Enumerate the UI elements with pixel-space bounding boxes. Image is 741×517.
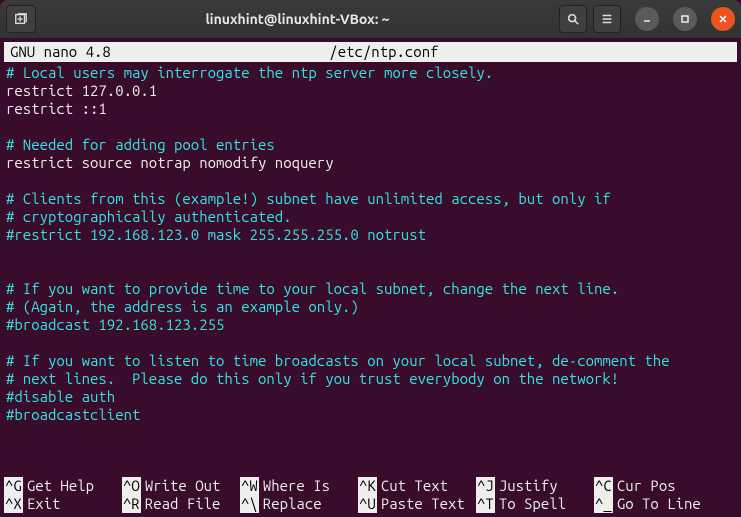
nano-file-path: /etc/ntp.conf — [31, 42, 737, 62]
shortcut-item: ^OWrite Out — [122, 477, 240, 495]
nano-header-bar: GNU nano 4.8 /etc/ntp.conf — [4, 42, 737, 62]
shortcut-item: ^CCur Pos — [594, 477, 712, 495]
editor-line: # If you want to listen to time broadcas… — [6, 352, 735, 370]
shortcut-label: Replace — [259, 495, 322, 513]
shortcut-label: Write Out — [141, 477, 221, 495]
shortcut-item: ^_Go To Line — [594, 495, 712, 513]
shortcut-item: ^UPaste Text — [358, 495, 476, 513]
editor-line — [6, 262, 735, 280]
shortcut-item: ^XExit — [4, 495, 122, 513]
shortcut-key: ^G — [4, 477, 23, 495]
nano-shortcut-bar: ^GGet Help^OWrite Out^WWhere Is^KCut Tex… — [4, 477, 737, 513]
editor-line — [6, 172, 735, 190]
shortcut-item: ^TTo Spell — [476, 495, 594, 513]
shortcut-item: ^RRead File — [122, 495, 240, 513]
shortcut-key: ^K — [358, 477, 377, 495]
shortcut-label: Exit — [23, 495, 61, 513]
editor-line: # Clients from this (example!) subnet ha… — [6, 190, 735, 208]
shortcut-key: ^J — [476, 477, 495, 495]
shortcut-key: ^W — [240, 477, 259, 495]
editor-line: #broadcastclient — [6, 406, 735, 424]
shortcut-label: Get Help — [23, 477, 94, 495]
editor-line — [6, 334, 735, 352]
editor-line: #disable auth — [6, 388, 735, 406]
search-button[interactable] — [559, 5, 587, 33]
shortcut-key: ^O — [122, 477, 141, 495]
shortcut-label: Go To Line — [613, 495, 701, 513]
editor-line — [6, 244, 735, 262]
new-tab-button[interactable] — [6, 5, 36, 33]
editor-line: # (Again, the address is an example only… — [6, 298, 735, 316]
maximize-button[interactable] — [673, 7, 697, 31]
shortcut-key: ^C — [594, 477, 613, 495]
editor-line — [6, 118, 735, 136]
shortcut-label: Read File — [141, 495, 221, 513]
editor-line: # next lines. Please do this only if you… — [6, 370, 735, 388]
shortcut-label: Justify — [495, 477, 558, 495]
shortcut-key: ^_ — [594, 495, 613, 513]
editor-line: # If you want to provide time to your lo… — [6, 280, 735, 298]
shortcut-item: ^JJustify — [476, 477, 594, 495]
shortcut-item: ^GGet Help — [4, 477, 122, 495]
editor-line: restrict 127.0.0.1 — [6, 82, 735, 100]
editor-line: # Local users may interrogate the ntp se… — [6, 64, 735, 82]
shortcut-key: ^R — [122, 495, 141, 513]
editor-content[interactable]: # Local users may interrogate the ntp se… — [0, 62, 741, 424]
shortcut-label: To Spell — [495, 495, 566, 513]
shortcut-item: ^KCut Text — [358, 477, 476, 495]
shortcut-label: Where Is — [259, 477, 330, 495]
window-title: linuxhint@linuxhint-VBox: ~ — [36, 11, 559, 27]
editor-line: # cryptographically authenticated. — [6, 208, 735, 226]
shortcut-key: ^\ — [240, 495, 259, 513]
editor-line: #broadcast 192.168.123.255 — [6, 316, 735, 334]
shortcut-item: ^WWhere Is — [240, 477, 358, 495]
shortcut-key: ^X — [4, 495, 23, 513]
window-titlebar: linuxhint@linuxhint-VBox: ~ — [0, 0, 741, 38]
shortcut-label: Paste Text — [377, 495, 465, 513]
shortcut-label: Cut Text — [377, 477, 448, 495]
shortcut-label: Cur Pos — [613, 477, 676, 495]
editor-line: #restrict 192.168.123.0 mask 255.255.255… — [6, 226, 735, 244]
editor-line: restrict source notrap nomodify noquery — [6, 154, 735, 172]
menu-button[interactable] — [593, 5, 621, 33]
shortcut-key: ^U — [358, 495, 377, 513]
close-button[interactable] — [711, 7, 735, 31]
shortcut-item: ^\Replace — [240, 495, 358, 513]
shortcut-key: ^T — [476, 495, 495, 513]
editor-line: restrict ::1 — [6, 100, 735, 118]
minimize-button[interactable] — [635, 7, 659, 31]
editor-line: # Needed for adding pool entries — [6, 136, 735, 154]
